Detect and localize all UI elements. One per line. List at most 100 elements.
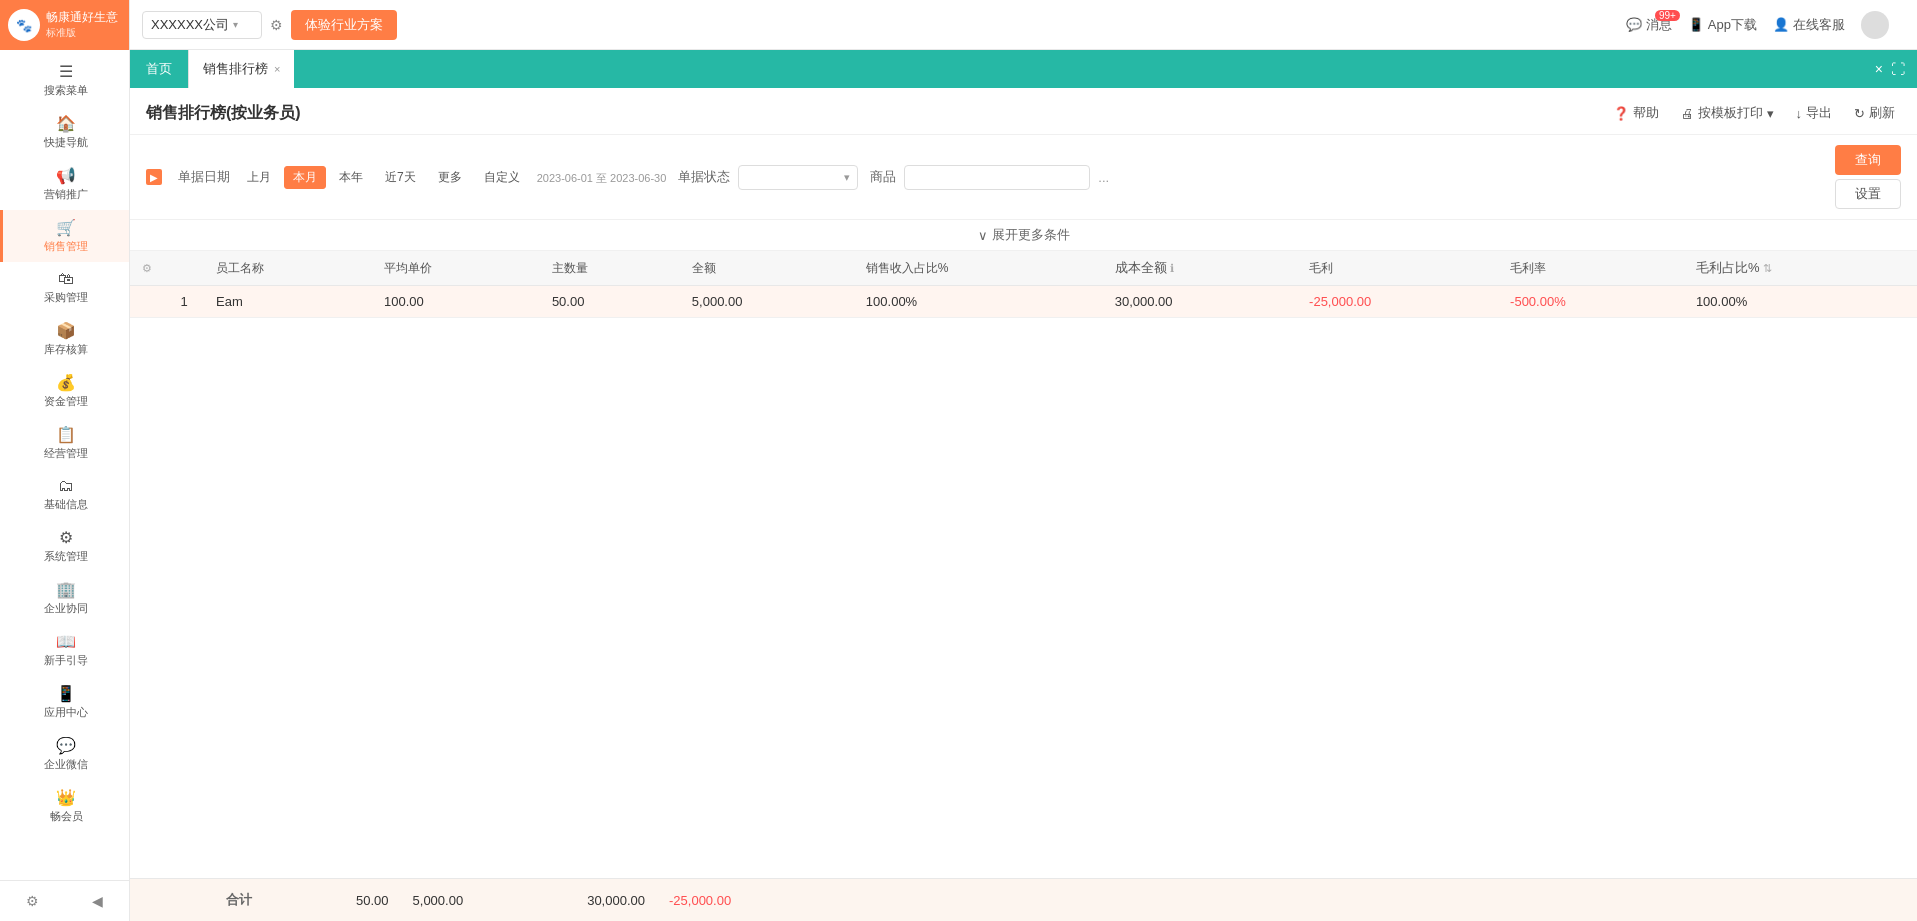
guide-label: 新手引导 <box>44 653 88 668</box>
sidebar-item-system[interactable]: ⚙ 系统管理 <box>0 520 129 572</box>
tab-home[interactable]: 首页 <box>130 50 188 88</box>
online-service-button[interactable]: 👤 在线客服 <box>1773 16 1845 34</box>
date-btn-this-month[interactable]: 本月 <box>284 166 326 189</box>
sidebar-nav: ☰ 搜索菜单 🏠 快捷导航 📢 营销推广 🛒 销售管理 🛍 采购管理 📦 库存核… <box>0 50 129 880</box>
sidebar-item-member[interactable]: 👑 畅会员 <box>0 780 129 832</box>
footer-settings-btn[interactable]: ⚙ <box>18 889 47 913</box>
goods-input[interactable] <box>904 165 1090 190</box>
member-icon: 👑 <box>56 788 76 807</box>
cost-info-icon[interactable]: ℹ <box>1170 262 1174 274</box>
setting-button[interactable]: 设置 <box>1835 179 1901 209</box>
date-btn-custom[interactable]: 自定义 <box>475 166 529 189</box>
service-label: 在线客服 <box>1793 16 1845 34</box>
message-icon: 💬 <box>1626 17 1642 32</box>
app-name: 畅康通好生意 <box>46 10 118 26</box>
col-gross: 毛利 <box>1297 251 1498 286</box>
tab-close-all-icon[interactable]: × <box>1875 61 1883 77</box>
row-rank: 1 <box>164 286 204 318</box>
help-label: 帮助 <box>1633 104 1659 122</box>
sidebar-item-basic-info[interactable]: 🗂 基础信息 <box>0 469 129 520</box>
sidebar-item-search-order[interactable]: ☰ 搜索菜单 <box>0 54 129 106</box>
trial-button[interactable]: 体验行业方案 <box>291 10 397 40</box>
help-button[interactable]: ❓ 帮助 <box>1607 100 1665 126</box>
purchase-label: 采购管理 <box>44 290 88 305</box>
sidebar-item-app-center[interactable]: 📱 应用中心 <box>0 676 129 728</box>
basic-info-label: 基础信息 <box>44 497 88 512</box>
print-arrow-icon: ▾ <box>1767 106 1774 121</box>
print-icon: 🖨 <box>1681 106 1694 121</box>
date-btn-more[interactable]: 更多 <box>429 166 471 189</box>
row-settings <box>130 286 164 318</box>
sidebar-item-operations[interactable]: 📋 经营管理 <box>0 417 129 469</box>
quick-nav-label: 快捷导航 <box>44 135 88 150</box>
export-button[interactable]: ↓ 导出 <box>1790 100 1839 126</box>
sales-label: 销售管理 <box>44 239 88 254</box>
refresh-button[interactable]: ↻ 刷新 <box>1848 100 1901 126</box>
row-gross: -25,000.00 <box>1297 286 1498 318</box>
table-footer: 合计 50.00 5,000.00 30,000.00 -25,000.00 <box>130 878 1917 921</box>
table-header-row: ⚙ 员工名称 平均单价 主数量 全额 销售收入占比% 成本全额 ℹ <box>130 251 1917 286</box>
status-select[interactable] <box>738 165 858 190</box>
sidebar-item-enterprise[interactable]: 🏢 企业协同 <box>0 572 129 624</box>
goods-filter-group: 商品 ... <box>870 165 1109 190</box>
app-download-label: App下载 <box>1708 16 1757 34</box>
date-btn-prev-month[interactable]: 上月 <box>238 166 280 189</box>
tab-fullscreen-icon[interactable]: ⛶ <box>1891 61 1905 77</box>
row-gross-pct: 100.00% <box>1684 286 1917 318</box>
message-button[interactable]: 💬 消息 99+ <box>1626 16 1672 34</box>
row-avg-price: 100.00 <box>372 286 540 318</box>
tab-close-icon[interactable]: × <box>274 63 280 75</box>
column-settings-icon[interactable]: ⚙ <box>142 262 152 274</box>
sidebar-item-inventory[interactable]: 📦 库存核算 <box>0 313 129 365</box>
sales-icon: 🛒 <box>56 218 76 237</box>
sidebar-item-purchase[interactable]: 🛍 采购管理 <box>0 262 129 313</box>
status-filter-label: 单据状态 <box>678 168 730 186</box>
system-label: 系统管理 <box>44 549 88 564</box>
system-icon: ⚙ <box>59 528 73 547</box>
help-icon: ❓ <box>1613 106 1629 121</box>
date-btn-recent7[interactable]: 近7天 <box>376 166 425 189</box>
message-badge: 99+ <box>1655 10 1680 21</box>
sidebar-item-sales[interactable]: 🛒 销售管理 <box>0 210 129 262</box>
query-button[interactable]: 查询 <box>1835 145 1901 175</box>
search-order-label: 搜索菜单 <box>44 83 88 98</box>
gross-pct-sort-icon[interactable]: ⇅ <box>1763 262 1772 274</box>
date-btn-this-year[interactable]: 本年 <box>330 166 372 189</box>
inventory-label: 库存核算 <box>44 342 88 357</box>
tab-sales-ranking[interactable]: 销售排行榜 × <box>188 50 294 88</box>
marketing-label: 营销推广 <box>44 187 88 202</box>
sidebar-item-guide[interactable]: 📖 新手引导 <box>0 624 129 676</box>
col-settings: ⚙ <box>130 251 164 286</box>
col-rank <box>164 251 204 286</box>
logo-icon: 🐾 <box>8 9 40 41</box>
page-content: 销售排行榜(按业务员) ❓ 帮助 🖨 按模板打印 ▾ ↓ 导出 <box>130 88 1917 921</box>
company-select[interactable]: XXXXXX公司 ▾ <box>142 11 262 39</box>
col-gross-pct: 毛利占比% ⇅ <box>1684 251 1917 286</box>
row-gross-rate: -500.00% <box>1498 286 1684 318</box>
col-main-qty: 主数量 <box>540 251 680 286</box>
row-amount: 5,000.00 <box>680 286 854 318</box>
app-center-label: 应用中心 <box>44 705 88 720</box>
footer-amount: 5,000.00 <box>401 889 476 912</box>
main-area: XXXXXX公司 ▾ ⚙ 体验行业方案 💬 消息 99+ 📱 App下载 👤 在… <box>130 0 1917 921</box>
table-row: 1 Eam 100.00 50.00 5,000.00 100.00% 30,0… <box>130 286 1917 318</box>
footer-collapse-btn[interactable]: ◀ <box>84 889 111 913</box>
operations-icon: 📋 <box>56 425 76 444</box>
search-order-icon: ☰ <box>59 62 73 81</box>
sidebar-item-finance[interactable]: 💰 资金管理 <box>0 365 129 417</box>
sidebar-item-quick-nav[interactable]: 🏠 快捷导航 <box>0 106 129 158</box>
goods-more-icon[interactable]: ... <box>1098 170 1109 185</box>
tab-label: 销售排行榜 <box>203 60 268 78</box>
expand-more-conditions[interactable]: ∨ 展开更多条件 <box>130 220 1917 251</box>
app-download-button[interactable]: 📱 App下载 <box>1688 16 1757 34</box>
print-button[interactable]: 🖨 按模板打印 ▾ <box>1675 100 1780 126</box>
user-avatar[interactable] <box>1861 11 1889 39</box>
sidebar-item-wechat[interactable]: 💬 企业微信 <box>0 728 129 780</box>
company-settings-icon[interactable]: ⚙ <box>270 17 283 33</box>
operations-label: 经营管理 <box>44 446 88 461</box>
filter-collapse-btn[interactable]: ▶ <box>146 169 162 185</box>
expand-label: 展开更多条件 <box>992 226 1070 244</box>
export-label: 导出 <box>1806 104 1832 122</box>
sidebar-item-marketing[interactable]: 📢 营销推广 <box>0 158 129 210</box>
wechat-label: 企业微信 <box>44 757 88 772</box>
